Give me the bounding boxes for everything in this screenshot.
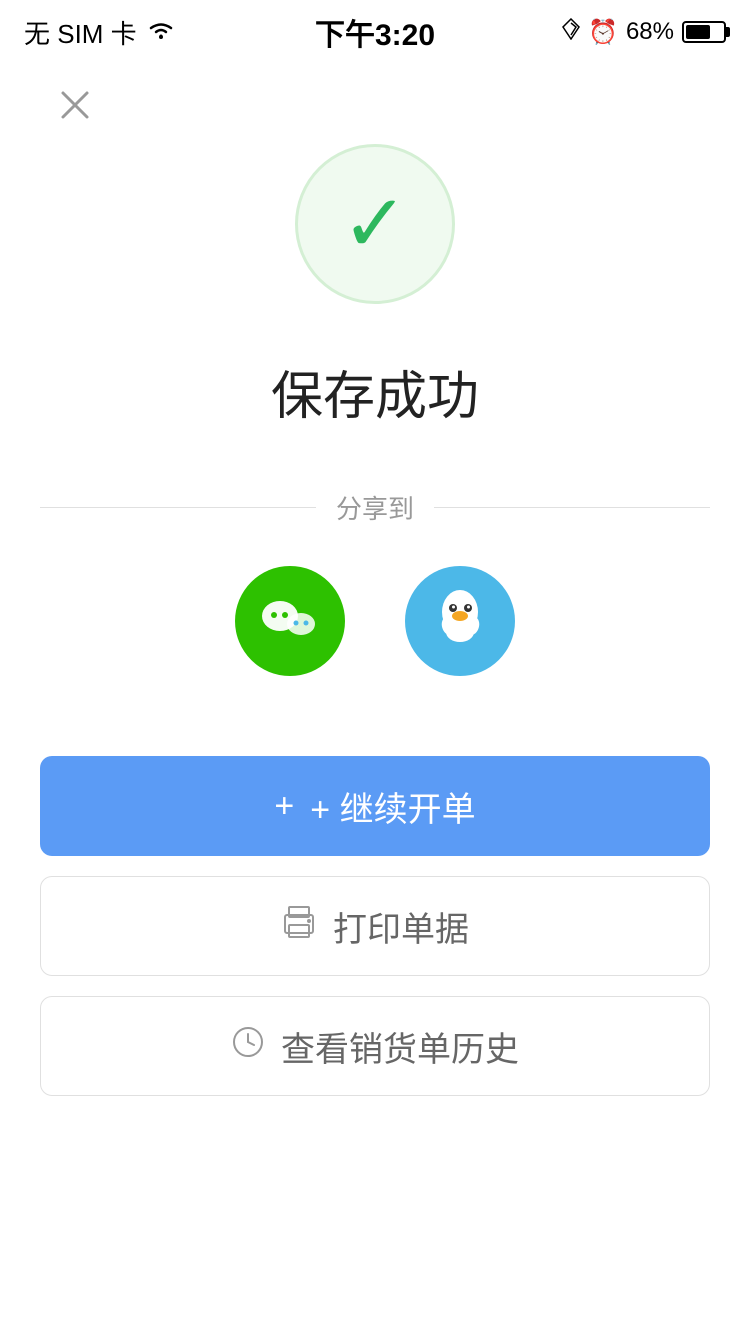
checkmark-icon: ✓	[341, 184, 408, 264]
wechat-share-button[interactable]	[235, 566, 345, 676]
continue-label: + 继续开单	[310, 782, 475, 831]
continue-button[interactable]: + + 继续开单	[40, 756, 710, 856]
status-right: ⏰ 68%	[562, 18, 726, 47]
history-icon	[231, 1025, 265, 1068]
battery-text: 68%	[626, 18, 674, 46]
print-button[interactable]: 打印单据	[40, 876, 710, 976]
continue-icon: +	[274, 787, 294, 826]
history-label: 查看销货单历史	[281, 1022, 519, 1071]
success-circle: ✓	[295, 144, 455, 304]
qq-share-button[interactable]	[405, 566, 515, 676]
close-button[interactable]	[50, 80, 100, 130]
alarm-icon: ⏰	[588, 18, 618, 47]
history-button[interactable]: 查看销货单历史	[40, 996, 710, 1096]
wifi-icon	[147, 17, 175, 48]
share-label: 分享到	[316, 489, 434, 526]
print-label: 打印单据	[333, 902, 469, 951]
success-title: 保存成功	[271, 354, 479, 429]
battery-icon	[682, 18, 726, 46]
main-content: ✓ 保存成功 分享到	[0, 64, 750, 1096]
status-time: 下午3:20	[315, 10, 435, 54]
print-icon	[281, 905, 317, 948]
action-buttons: + + 继续开单 打印单据 查看销货单历	[0, 756, 750, 1096]
carrier-text: 无 SIM 卡	[24, 14, 137, 51]
status-bar: 无 SIM 卡 下午3:20 ⏰ 68%	[0, 0, 750, 64]
share-divider: 分享到	[40, 489, 710, 526]
location-icon	[562, 18, 580, 47]
share-section: 分享到	[0, 489, 750, 676]
status-left: 无 SIM 卡	[24, 14, 175, 51]
share-icons	[40, 566, 710, 676]
